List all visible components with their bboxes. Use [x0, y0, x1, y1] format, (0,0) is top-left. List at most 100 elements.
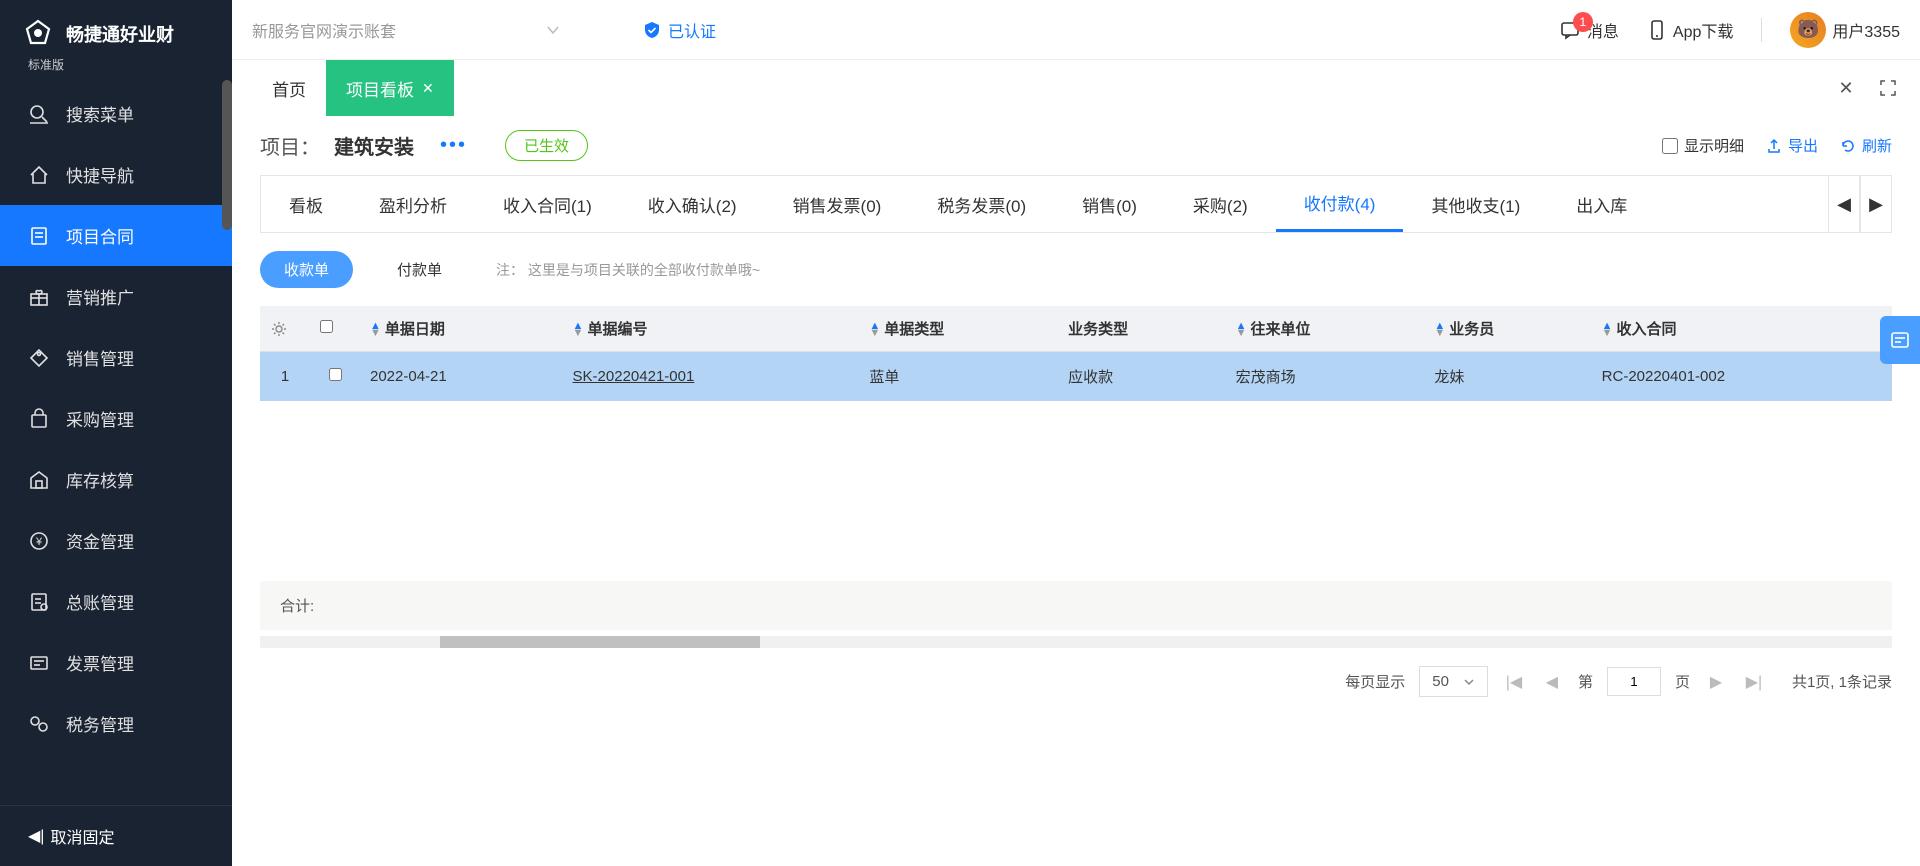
side-panel-toggle[interactable]: [1880, 316, 1920, 364]
page-label-pre: 第: [1578, 671, 1593, 692]
messages-button[interactable]: 1 消息: [1559, 18, 1619, 42]
sidebar-label: 总账管理: [66, 589, 134, 614]
per-page-label: 每页显示: [1345, 671, 1405, 692]
collapse-icon: ◀|: [28, 826, 44, 846]
select-all-checkbox[interactable]: [310, 306, 360, 352]
sidebar-scrollbar[interactable]: [222, 80, 232, 230]
sidebar-footer-label: 取消固定: [50, 824, 114, 848]
col-partner[interactable]: ▲▼往来单位: [1226, 306, 1425, 352]
mobile-icon: [1647, 19, 1667, 41]
app-download-button[interactable]: App下载: [1647, 18, 1733, 42]
payment-table: ▲▼单据日期 ▲▼单据编号 ▲▼单据类型 业务类型 ▲▼往来单位 ▲▼业务员 ▲…: [260, 306, 1892, 401]
close-icon[interactable]: ✕: [422, 80, 434, 97]
cell-biz-type: 应收款: [1058, 352, 1226, 402]
show-detail-checkbox[interactable]: 显示明细: [1662, 135, 1744, 156]
fullscreen-button[interactable]: [1876, 76, 1900, 100]
username: 用户3355: [1832, 18, 1900, 42]
user-menu[interactable]: 🐻 用户3355: [1790, 12, 1900, 48]
section-tab-kanban[interactable]: 看板: [261, 176, 351, 232]
sidebar-item-tax[interactable]: 税务管理: [0, 693, 232, 754]
sidebar-label: 营销推广: [66, 284, 134, 309]
chevron-down-icon: [1463, 676, 1475, 688]
tab-home[interactable]: 首页: [252, 60, 326, 116]
section-tab-tax-invoice[interactable]: 税务发票(0): [909, 176, 1054, 232]
subtab-receipt[interactable]: 收款单: [260, 251, 353, 288]
sidebar-item-ledger[interactable]: 总账管理: [0, 571, 232, 632]
tenant-selector[interactable]: 新服务官网演示账套: [252, 18, 602, 42]
close-all-button[interactable]: ✕: [1834, 76, 1858, 100]
sidebar-unpin-button[interactable]: ◀| 取消固定: [0, 805, 232, 866]
section-tab-profit[interactable]: 盈利分析: [351, 176, 475, 232]
section-tabs: 看板 盈利分析 收入合同(1) 收入确认(2) 销售发票(0) 税务发票(0) …: [260, 175, 1892, 233]
sidebar-label: 资金管理: [66, 528, 134, 553]
money-icon: ¥: [28, 530, 50, 552]
cell-sales: 龙妹: [1424, 352, 1591, 402]
export-button[interactable]: 导出: [1766, 135, 1818, 156]
sidebar-item-project-contract[interactable]: 项目合同: [0, 205, 232, 266]
col-doc-no[interactable]: ▲▼单据编号: [563, 306, 860, 352]
verified-text: 已认证: [668, 18, 716, 42]
summary-row: 合计:: [260, 581, 1892, 630]
page-next[interactable]: ▶: [1704, 672, 1728, 692]
section-tab-payment[interactable]: 收付款(4): [1276, 176, 1404, 232]
refresh-button[interactable]: 刷新: [1840, 135, 1892, 156]
section-tab-other[interactable]: 其他收支(1): [1403, 176, 1548, 232]
table-row[interactable]: 1 2022-04-21 SK-20220421-001 蓝单 应收款 宏茂商场…: [260, 352, 1892, 402]
refresh-label: 刷新: [1862, 135, 1892, 156]
scrollbar-thumb[interactable]: [440, 636, 760, 648]
contract-icon: [28, 225, 50, 247]
brand-edition: 标准版: [0, 56, 232, 73]
verified-badge: 已认证: [642, 18, 716, 42]
sidebar-item-marketing[interactable]: 营销推广: [0, 266, 232, 327]
per-page-select[interactable]: 50: [1419, 666, 1488, 697]
cell-partner: 宏茂商场: [1226, 352, 1425, 402]
tab-label: 项目看板: [346, 76, 414, 101]
sidebar-item-invoice[interactable]: 发票管理: [0, 632, 232, 693]
page-first[interactable]: |◀: [1502, 672, 1526, 692]
invoice-icon: [28, 652, 50, 674]
row-checkbox[interactable]: [310, 352, 360, 402]
section-tabs-next[interactable]: ▶: [1860, 175, 1892, 233]
subtab-payment[interactable]: 付款单: [373, 251, 466, 288]
show-detail-input[interactable]: [1662, 138, 1678, 154]
section-tab-sales-invoice[interactable]: 销售发票(0): [765, 176, 910, 232]
topbar: 新服务官网演示账套 已认证 1 消息 App下载 🐻: [232, 0, 1920, 60]
col-doc-type[interactable]: ▲▼单据类型: [859, 306, 1058, 352]
section-tab-stock[interactable]: 出入库: [1548, 176, 1655, 232]
project-header: 项目： 建筑安装 ••• 已生效 显示明细 导出 刷新: [232, 116, 1920, 175]
page-last[interactable]: ▶|: [1742, 672, 1766, 692]
page-input[interactable]: [1607, 667, 1661, 696]
col-contract[interactable]: ▲▼收入合同: [1592, 306, 1892, 352]
sidebar-item-funds[interactable]: ¥ 资金管理: [0, 510, 232, 571]
sidebar-label: 搜索菜单: [66, 101, 134, 126]
section-tab-sales[interactable]: 销售(0): [1054, 176, 1165, 232]
ledger-icon: [28, 591, 50, 613]
col-biz-type[interactable]: 业务类型: [1058, 306, 1226, 352]
col-date[interactable]: ▲▼单据日期: [360, 306, 563, 352]
cell-doc-no[interactable]: SK-20220421-001: [563, 352, 860, 402]
status-pill: 已生效: [505, 130, 588, 161]
sidebar-item-inventory[interactable]: 库存核算: [0, 449, 232, 510]
download-label: App下载: [1673, 18, 1733, 42]
sidebar-label: 销售管理: [66, 345, 134, 370]
section-tab-income-contract[interactable]: 收入合同(1): [475, 176, 620, 232]
section-tab-purchase[interactable]: 采购(2): [1165, 176, 1276, 232]
sidebar-item-sales[interactable]: 销售管理: [0, 327, 232, 388]
chevron-down-icon: [546, 23, 560, 37]
sidebar-item-quick-nav[interactable]: 快捷导航: [0, 144, 232, 205]
col-sales[interactable]: ▲▼业务员: [1424, 306, 1591, 352]
sidebar-label: 库存核算: [66, 467, 134, 492]
sidebar-item-search-menu[interactable]: 搜索菜单: [0, 83, 232, 144]
horizontal-scrollbar[interactable]: [260, 636, 1892, 648]
cell-date: 2022-04-21: [360, 352, 563, 402]
sidebar-item-purchase[interactable]: 采购管理: [0, 388, 232, 449]
summary-label: 合计:: [280, 598, 314, 615]
sidebar-label: 项目合同: [66, 223, 134, 248]
column-settings-button[interactable]: [260, 306, 310, 352]
more-button[interactable]: •••: [440, 134, 467, 157]
page-prev[interactable]: ◀: [1540, 672, 1564, 692]
tab-project-board[interactable]: 项目看板 ✕: [326, 60, 454, 116]
section-tab-income-confirm[interactable]: 收入确认(2): [620, 176, 765, 232]
section-tabs-prev[interactable]: ◀: [1828, 175, 1860, 233]
table-wrap: ▲▼单据日期 ▲▼单据编号 ▲▼单据类型 业务类型 ▲▼往来单位 ▲▼业务员 ▲…: [260, 306, 1892, 401]
